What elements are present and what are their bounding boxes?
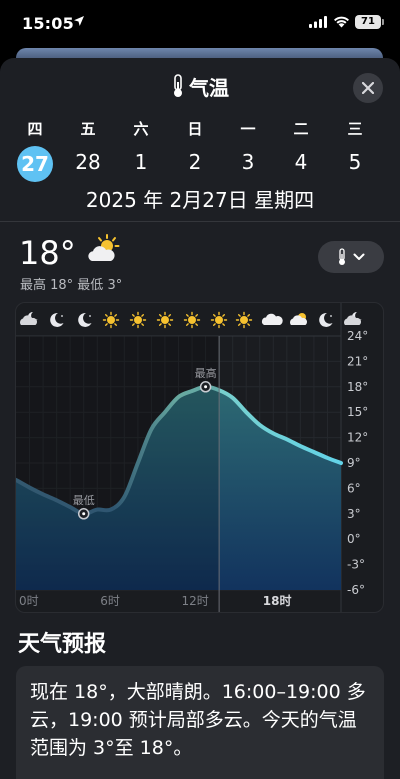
max-temp-label: 最高 — [195, 366, 217, 380]
max-temp-marker-dot — [204, 385, 208, 389]
y-tick-label: 6° — [347, 481, 361, 495]
moon-icon — [78, 312, 92, 327]
sun-icon — [102, 311, 120, 329]
thermometer-icon — [339, 248, 345, 265]
forecast-summary: 现在 18°，大部晴朗。16:00–19:00 多云，19:00 预计局部多云。… — [16, 666, 384, 779]
x-tick-label: 6时 — [100, 594, 120, 608]
weekday-label: 六 — [133, 120, 149, 138]
divider — [0, 221, 400, 222]
y-tick-label: 9° — [347, 456, 361, 470]
x-tick-label: 12时 — [182, 594, 209, 608]
battery-indicator: 71 — [355, 15, 384, 29]
y-tick-label: 21° — [347, 354, 368, 368]
high-low-temperatures: 最高 18° 最低 3° — [20, 278, 123, 293]
forecast-heading: 天气预报 — [18, 632, 107, 657]
current-temperature: 18° — [19, 234, 76, 272]
date-item[interactable]: 3 — [228, 150, 268, 174]
location-arrow-icon — [74, 16, 84, 26]
y-tick-label: 18° — [347, 380, 368, 394]
y-tick-label: 24° — [347, 329, 368, 343]
date-item[interactable]: 1 — [121, 150, 161, 174]
temperature-sheet: 气温 四 五 六 日 一 二 三 27 28 1 2 3 4 5 2025 年 … — [0, 58, 400, 779]
chevron-down-icon — [353, 253, 365, 260]
chart-mode-button[interactable] — [318, 241, 384, 273]
min-temp-marker-dot — [82, 512, 86, 516]
date-selected[interactable]: 27 — [17, 146, 53, 182]
cloud-icon — [261, 313, 283, 325]
y-tick-label: 3° — [347, 507, 361, 521]
temperature-chart: 最低 最高 24° 21° 18° 15° 12° 9° 6° 3° 0° -3° -6° 0时 6时 12时… — [15, 302, 384, 613]
weekday-label: 二 — [293, 120, 309, 138]
moon-icon — [319, 312, 333, 327]
x-tick-label: 18时 — [263, 593, 292, 608]
sun-icon — [129, 311, 147, 329]
temperature-chart-svg: 最低 最高 24° 21° 18° 15° 12° 9° 6° 3° 0° -3° -6° 0时 6时 12时… — [16, 303, 368, 612]
cloud-moon-icon — [344, 311, 362, 325]
date-item[interactable]: 2 — [175, 150, 215, 174]
close-icon — [362, 82, 374, 94]
weekday-label: 三 — [347, 120, 363, 138]
y-tick-label: 15° — [347, 405, 368, 419]
sheet-header: 气温 — [0, 72, 400, 101]
cellular-signal-icon — [309, 16, 327, 28]
past-hours-overlay — [16, 336, 220, 590]
date-item[interactable]: 5 — [335, 150, 375, 174]
y-tick-label: 12° — [347, 431, 368, 445]
full-date: 2025 年 2月27日 星期四 — [85, 188, 315, 212]
status-time: 15:05 — [22, 14, 74, 33]
status-bar: 15:05 71 — [0, 0, 400, 48]
moon-icon — [50, 312, 64, 327]
wifi-icon — [334, 16, 349, 28]
y-tick-label: -3° — [347, 558, 365, 572]
sun-icon — [235, 311, 253, 329]
weekday-label: 一 — [240, 120, 256, 138]
date-item[interactable]: 4 — [281, 150, 321, 174]
date-row: 27 28 1 2 3 4 5 — [0, 146, 400, 182]
cloud-moon-icon — [20, 311, 38, 325]
y-tick-label: 0° — [347, 532, 361, 546]
y-tick-label: -6° — [347, 583, 365, 597]
weekday-label: 日 — [187, 120, 203, 138]
min-temp-label: 最低 — [73, 494, 95, 507]
weekday-label: 四 — [27, 120, 43, 138]
cloud-sun-icon — [290, 313, 308, 325]
weekday-row: 四 五 六 日 一 二 三 — [0, 118, 400, 138]
thermometer-icon — [174, 74, 182, 97]
date-item[interactable]: 28 — [68, 150, 108, 174]
weekday-label: 五 — [80, 120, 96, 138]
close-button[interactable] — [353, 73, 383, 103]
x-tick-label: 0时 — [19, 594, 39, 608]
sun-icon — [183, 311, 201, 329]
page-title: 气温 — [189, 76, 229, 100]
sun-icon — [156, 311, 174, 329]
sun-icon — [210, 311, 228, 329]
sun-behind-cloud-icon — [88, 234, 120, 261]
